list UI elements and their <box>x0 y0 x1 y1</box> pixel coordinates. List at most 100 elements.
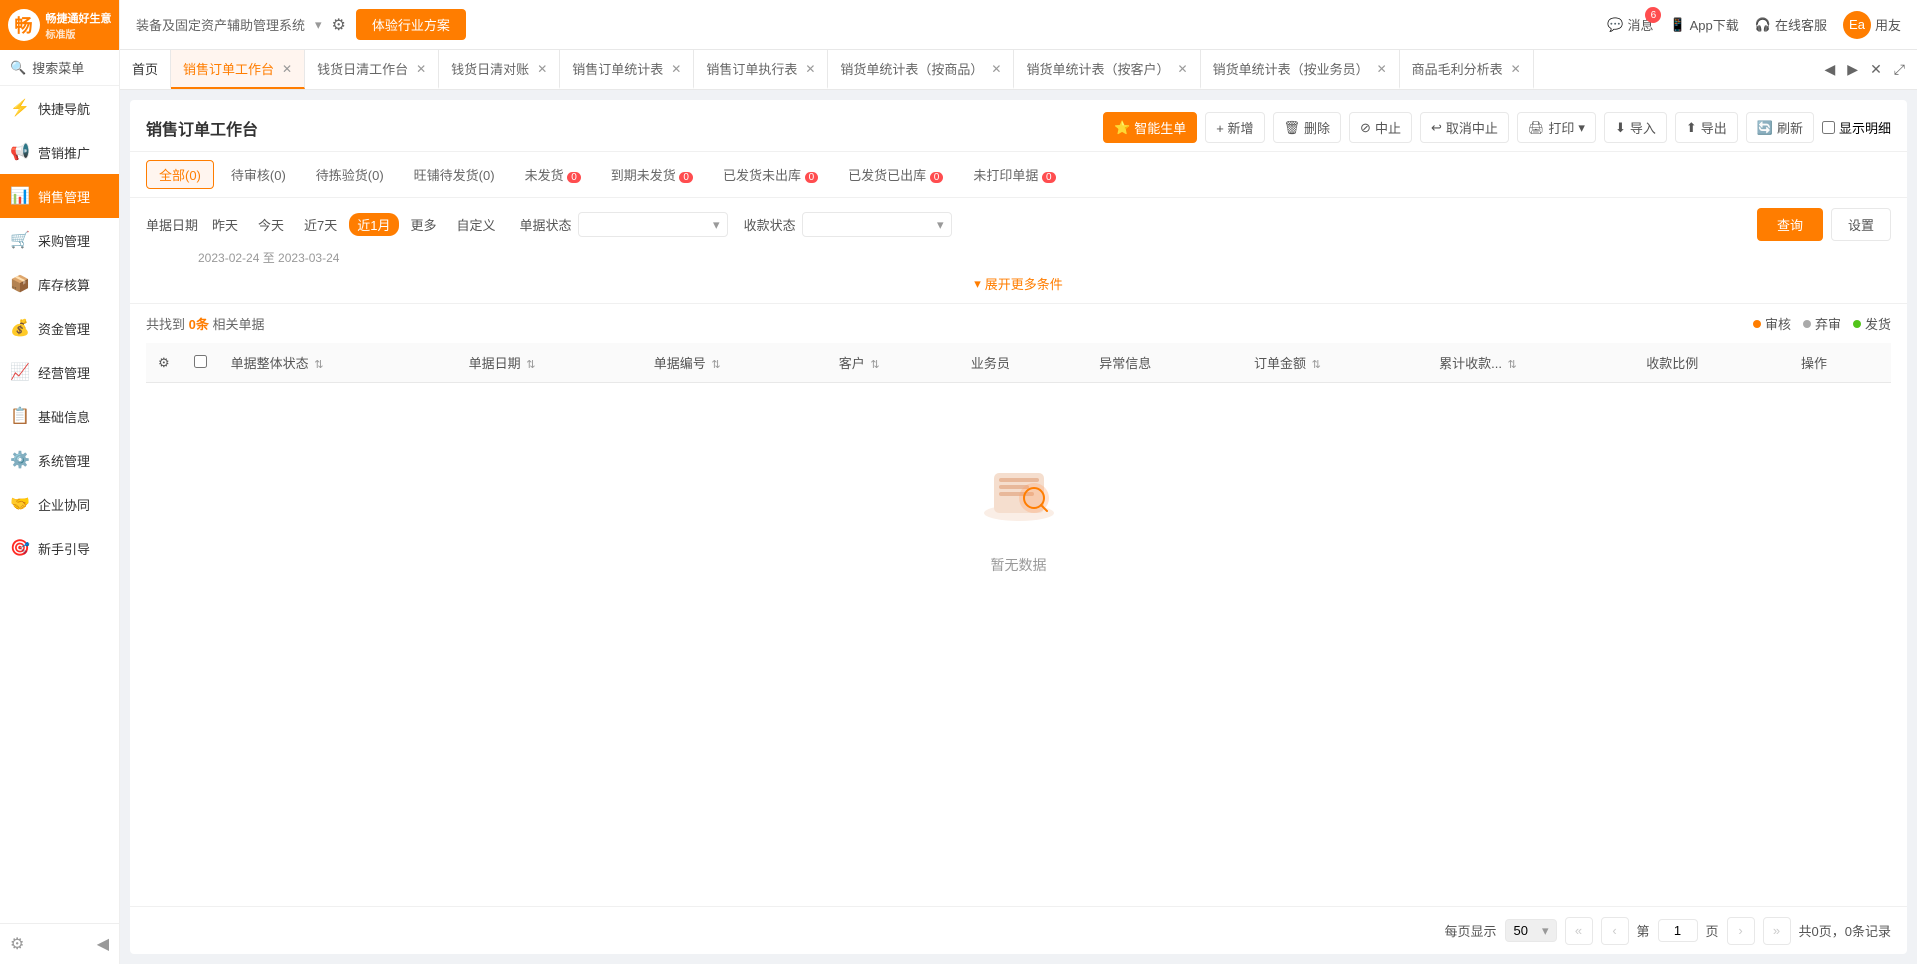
tab-sales-exec-close[interactable]: ✕ <box>805 62 815 76</box>
page-first-btn[interactable]: « <box>1565 917 1593 945</box>
tab-sales-stat[interactable]: 销售订单统计表 ✕ <box>560 50 694 89</box>
sidebar-item-corp[interactable]: 🤝 企业协同 <box>0 482 119 526</box>
th-collected[interactable]: 累计收款... ⇅ <box>1427 343 1634 383</box>
date-opt-more[interactable]: 更多 <box>403 213 445 236</box>
filter-tab-shipped-out[interactable]: 已发货已出库 0 <box>835 160 956 189</box>
sidebar-item-system[interactable]: ⚙️ 系统管理 <box>0 438 119 482</box>
filter-tab-shipped-not-out[interactable]: 已发货未出库 0 <box>710 160 831 189</box>
tab-margin-close[interactable]: ✕ <box>1511 62 1521 76</box>
tab-scroll-right-btn[interactable]: ▶ <box>1843 57 1862 82</box>
date-opt-yesterday[interactable]: 昨天 <box>204 213 246 236</box>
payment-select[interactable] <box>802 212 952 237</box>
tab-margin-analysis[interactable]: 商品毛利分析表 ✕ <box>1400 50 1534 89</box>
stop-btn[interactable]: ⊘ 中止 <box>1349 112 1412 143</box>
tab-summary-product-close[interactable]: ✕ <box>991 62 1001 76</box>
date-range-text: 2023-02-24 至 2023-03-24 <box>198 249 339 266</box>
tab-sales-summary-product[interactable]: 销货单统计表（按商品） ✕ <box>828 50 1014 89</box>
th-status[interactable]: 单据整体状态 ⇅ <box>219 343 457 383</box>
th-number[interactable]: 单据编号 ⇅ <box>642 343 827 383</box>
page-next-btn[interactable]: › <box>1727 917 1755 945</box>
app-download-btn[interactable]: 📱 App下载 <box>1669 15 1738 34</box>
page-input[interactable] <box>1658 919 1698 942</box>
tab-sales-summary-staff[interactable]: 销货单统计表（按业务员） ✕ <box>1201 50 1400 89</box>
date-opt-last7[interactable]: 近7天 <box>296 213 345 236</box>
date-opt-last1month[interactable]: 近1月 <box>349 213 398 236</box>
tab-sales-order[interactable]: 销售订单工作台 ✕ <box>171 50 305 89</box>
tab-fullscreen-btn[interactable]: ⤢ <box>1890 57 1909 82</box>
revoke-action[interactable]: 弃审 <box>1803 314 1841 333</box>
page-size-select[interactable]: 10 20 50 100 <box>1505 919 1557 942</box>
th-date[interactable]: 单据日期 ⇅ <box>457 343 642 383</box>
table-summary: 共找到 0条 相关单据 审核 弃审 发货 <box>146 304 1891 343</box>
add-btn[interactable]: + 新增 <box>1205 112 1264 143</box>
cancel-stop-btn[interactable]: ↩ 取消中止 <box>1420 112 1509 143</box>
page-prev-btn[interactable]: ‹ <box>1601 917 1629 945</box>
date-opt-custom[interactable]: 自定义 <box>449 213 504 236</box>
show-detail-chk[interactable] <box>1822 121 1835 134</box>
sidebar-nav: ⚡ 快捷导航 📢 营销推广 📊 销售管理 🛒 采购管理 📦 库存核算 💰 资金管… <box>0 86 119 923</box>
th-checkbox[interactable] <box>182 343 219 383</box>
sidebar-item-business[interactable]: 📈 经营管理 <box>0 350 119 394</box>
sidebar-item-label: 新手引导 <box>38 539 90 558</box>
tab-sales-stat-close[interactable]: ✕ <box>671 62 681 76</box>
filter-tab-overdue-unshipped[interactable]: 到期未发货 0 <box>598 160 706 189</box>
tab-summary-customer-close[interactable]: ✕ <box>1178 62 1188 76</box>
th-operation: 操作 <box>1789 343 1891 383</box>
tab-cash-daily[interactable]: 钱货日清工作台 ✕ <box>305 50 439 89</box>
tab-close-all-btn[interactable]: ✕ <box>1866 57 1886 82</box>
tab-home[interactable]: 首页 <box>120 50 171 89</box>
filter-tab-pending-check[interactable]: 待拣验货(0) <box>303 160 397 189</box>
experience-btn[interactable]: 体验行业方案 <box>356 9 466 40</box>
tab-cash-reconcile-close[interactable]: ✕ <box>537 62 547 76</box>
refresh-btn[interactable]: 🔄 刷新 <box>1746 112 1814 143</box>
refresh-icon: 🔄 <box>1757 120 1773 136</box>
show-detail-chk-wrapper[interactable]: 显示明细 <box>1822 118 1891 137</box>
filter-tab-unshipped[interactable]: 未发货 0 <box>512 160 594 189</box>
topbar-settings-icon[interactable]: ⚙ <box>332 15 346 35</box>
sidebar-item-marketing[interactable]: 📢 营销推广 <box>0 130 119 174</box>
status-select[interactable] <box>578 212 728 237</box>
tab-sales-exec[interactable]: 销售订单执行表 ✕ <box>694 50 828 89</box>
export-btn[interactable]: ⬆ 导出 <box>1675 112 1738 143</box>
sidebar-item-purchase[interactable]: 🛒 采购管理 <box>0 218 119 262</box>
audit-action[interactable]: 审核 <box>1753 314 1791 333</box>
tab-sales-summary-customer[interactable]: 销货单统计表（按客户） ✕ <box>1014 50 1200 89</box>
query-btn[interactable]: 查询 <box>1757 208 1823 241</box>
tab-scroll-left-btn[interactable]: ◀ <box>1821 57 1840 82</box>
tab-cash-daily-close[interactable]: ✕ <box>416 62 426 76</box>
date-opt-today[interactable]: 今天 <box>250 213 292 236</box>
tab-summary-staff-close[interactable]: ✕ <box>1377 62 1387 76</box>
filter-tab-all[interactable]: 全部(0) <box>146 160 214 189</box>
sidebar-item-guide[interactable]: 🎯 新手引导 <box>0 526 119 570</box>
sidebar-item-quick-nav[interactable]: ⚡ 快捷导航 <box>0 86 119 130</box>
filter-tab-wangpu[interactable]: 旺铺待发货(0) <box>401 160 508 189</box>
filter-setting-btn[interactable]: 设置 <box>1831 208 1891 241</box>
sidebar-item-inventory[interactable]: 📦 库存核算 <box>0 262 119 306</box>
search-menu-item[interactable]: 🔍 搜索菜单 <box>0 50 119 86</box>
smart-create-btn[interactable]: ⭐ 智能生单 <box>1103 112 1197 143</box>
th-customer[interactable]: 客户 ⇅ <box>827 343 959 383</box>
delete-btn[interactable]: 🗑 删除 <box>1273 112 1342 143</box>
tab-cash-reconcile[interactable]: 钱货日清对账 ✕ <box>439 50 560 89</box>
import-icon: ⬇ <box>1615 120 1626 136</box>
page-last-btn[interactable]: » <box>1763 917 1791 945</box>
import-btn[interactable]: ⬇ 导入 <box>1604 112 1667 143</box>
collapse-sidebar-button[interactable]: ◀ <box>97 934 109 954</box>
settings-button[interactable]: ⚙ <box>10 934 24 954</box>
tab-sales-order-close[interactable]: ✕ <box>282 62 292 76</box>
ship-action[interactable]: 发货 <box>1853 314 1891 333</box>
sidebar-item-sales[interactable]: 📊 销售管理 <box>0 174 119 218</box>
user-btn[interactable]: Ea 用友 <box>1843 11 1901 39</box>
sidebar-item-basic[interactable]: 📋 基础信息 <box>0 394 119 438</box>
select-all-chk[interactable] <box>194 355 207 368</box>
message-btn[interactable]: 💬 6 消息 <box>1607 15 1653 34</box>
target-icon: 🎯 <box>10 538 30 558</box>
th-amount[interactable]: 订单金额 ⇅ <box>1242 343 1427 383</box>
filter-tab-unprinted[interactable]: 未打印单据 0 <box>960 160 1068 189</box>
expand-btn[interactable]: ▾ 展开更多条件 <box>974 274 1063 293</box>
print-btn[interactable]: 🖨 打印 ▾ <box>1517 112 1596 143</box>
online-service-btn[interactable]: 🎧 在线客服 <box>1755 15 1827 34</box>
th-settings[interactable]: ⚙ <box>146 343 182 383</box>
filter-tab-pending-audit[interactable]: 待审核(0) <box>218 160 299 189</box>
sidebar-item-finance[interactable]: 💰 资金管理 <box>0 306 119 350</box>
